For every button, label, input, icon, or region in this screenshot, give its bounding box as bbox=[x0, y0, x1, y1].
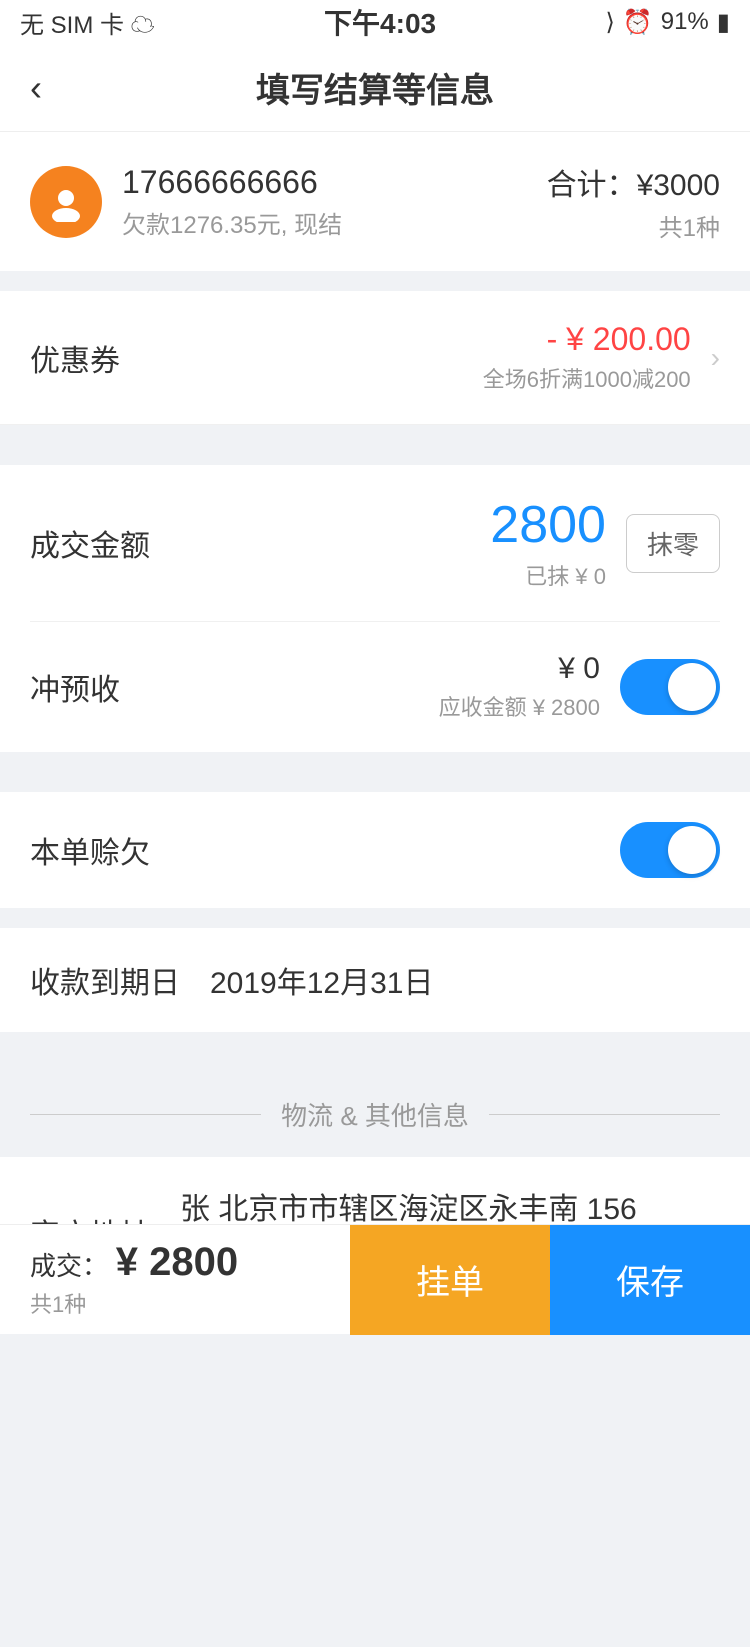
nav-bar: ‹ 填写结算等信息 bbox=[0, 44, 750, 132]
toggle-knob bbox=[668, 663, 716, 711]
logistics-section: 物流 & 其他信息 bbox=[0, 1072, 750, 1157]
prepay-label: 冲预收 bbox=[30, 665, 120, 709]
deal-label: 成交金额 bbox=[30, 521, 150, 565]
deal-amount-number: 2800 bbox=[490, 495, 606, 555]
coupon-value-area: - ¥ 200.00 全场6折满1000减200 › bbox=[483, 321, 720, 394]
chevron-right-icon: › bbox=[711, 342, 720, 374]
debt-toggle-knob bbox=[668, 826, 716, 874]
due-date-row: 收款到期日 2019年12月31日 bbox=[0, 928, 750, 1032]
prepay-right: ¥ 0 应收金额 ¥ 2800 bbox=[439, 652, 720, 722]
customer-left: 17666666666 欠款1276.35元, 现结 bbox=[30, 164, 342, 240]
bottom-count: 共1种 bbox=[30, 1287, 320, 1319]
sim-text: 无 SIM 卡 ☁ bbox=[20, 5, 155, 40]
round-zero-button[interactable]: 抹零 bbox=[626, 514, 720, 573]
bottom-deal-label: 成交： ¥ 2800 bbox=[30, 1240, 320, 1285]
battery-text: 91% bbox=[661, 8, 709, 36]
customer-phone: 17666666666 bbox=[122, 164, 342, 201]
bottom-summary: 成交： ¥ 2800 共1种 bbox=[0, 1240, 350, 1319]
status-bar: 无 SIM 卡 ☁ 下午4:03 ⟩ ⏰ 91% ▮ bbox=[0, 0, 750, 44]
section-divider-2 bbox=[0, 772, 750, 792]
debt-toggle[interactable] bbox=[620, 822, 720, 878]
section-divider-1 bbox=[0, 445, 750, 465]
coupon-label: 优惠券 bbox=[30, 336, 120, 380]
customer-info-card: 17666666666 欠款1276.35元, 现结 合计：¥3000 共1种 bbox=[0, 132, 750, 271]
bottom-bar: 成交： ¥ 2800 共1种 挂单 保存 bbox=[0, 1224, 750, 1334]
amount-section: 成交金额 2800 已抹 ¥ 0 抹零 冲预收 ¥ 0 应收金额 ¥ 2800 bbox=[0, 465, 750, 752]
status-time: 下午4:03 bbox=[324, 2, 436, 42]
prepay-desc: 应收金额 ¥ 2800 bbox=[439, 690, 600, 722]
hang-order-button[interactable]: 挂单 bbox=[350, 1225, 550, 1335]
prepay-toggle[interactable] bbox=[620, 659, 720, 715]
customer-details: 17666666666 欠款1276.35元, 现结 bbox=[122, 164, 342, 240]
coupon-row[interactable]: 优惠券 - ¥ 200.00 全场6折满1000减200 › bbox=[0, 291, 750, 425]
deal-amount-right: 2800 已抹 ¥ 0 抹零 bbox=[490, 495, 720, 591]
debt-label: 本单赊欠 bbox=[30, 828, 150, 872]
back-button[interactable]: ‹ bbox=[30, 67, 90, 109]
total-amount: 合计：¥3000 bbox=[547, 160, 720, 204]
page-title: 填写结算等信息 bbox=[256, 63, 494, 112]
status-right: ⟩ ⏰ 91% ▮ bbox=[605, 8, 730, 37]
avatar bbox=[30, 166, 102, 238]
gray-spacer bbox=[0, 1327, 750, 1527]
debt-row: 本单赊欠 bbox=[0, 792, 750, 908]
prepay-amount: ¥ 0 bbox=[439, 652, 600, 686]
alarm-icon: ⏰ bbox=[623, 8, 653, 37]
bottom-amount: ¥ 2800 bbox=[116, 1240, 238, 1284]
due-date-value: 2019年12月31日 bbox=[210, 958, 433, 1002]
label-line-right bbox=[489, 1114, 720, 1115]
customer-total: 合计：¥3000 共1种 bbox=[547, 160, 720, 243]
coupon-amount: - ¥ 200.00 bbox=[483, 321, 691, 358]
due-date-label: 收款到期日 bbox=[30, 958, 180, 1002]
deal-number-area: 2800 已抹 ¥ 0 bbox=[490, 495, 606, 591]
logistics-label: 物流 & 其他信息 bbox=[281, 1096, 469, 1133]
label-line-left bbox=[30, 1114, 261, 1115]
main-content: 17666666666 欠款1276.35元, 现结 合计：¥3000 共1种 … bbox=[0, 132, 750, 1647]
deal-already-rounded: 已抹 ¥ 0 bbox=[490, 559, 606, 591]
section-divider-3 bbox=[0, 1052, 750, 1072]
deal-amount-row: 成交金额 2800 已抹 ¥ 0 抹零 bbox=[30, 465, 720, 622]
total-count: 共1种 bbox=[547, 208, 720, 243]
prepay-row: 冲预收 ¥ 0 应收金额 ¥ 2800 bbox=[30, 622, 720, 752]
save-button[interactable]: 保存 bbox=[550, 1225, 750, 1335]
status-left: 无 SIM 卡 ☁ bbox=[20, 5, 155, 40]
battery-icon: ▮ bbox=[717, 8, 730, 37]
location-icon: ⟩ bbox=[605, 8, 614, 37]
prepay-values: ¥ 0 应收金额 ¥ 2800 bbox=[439, 652, 600, 722]
customer-desc: 欠款1276.35元, 现结 bbox=[122, 205, 342, 240]
coupon-desc: 全场6折满1000减200 bbox=[483, 362, 691, 394]
